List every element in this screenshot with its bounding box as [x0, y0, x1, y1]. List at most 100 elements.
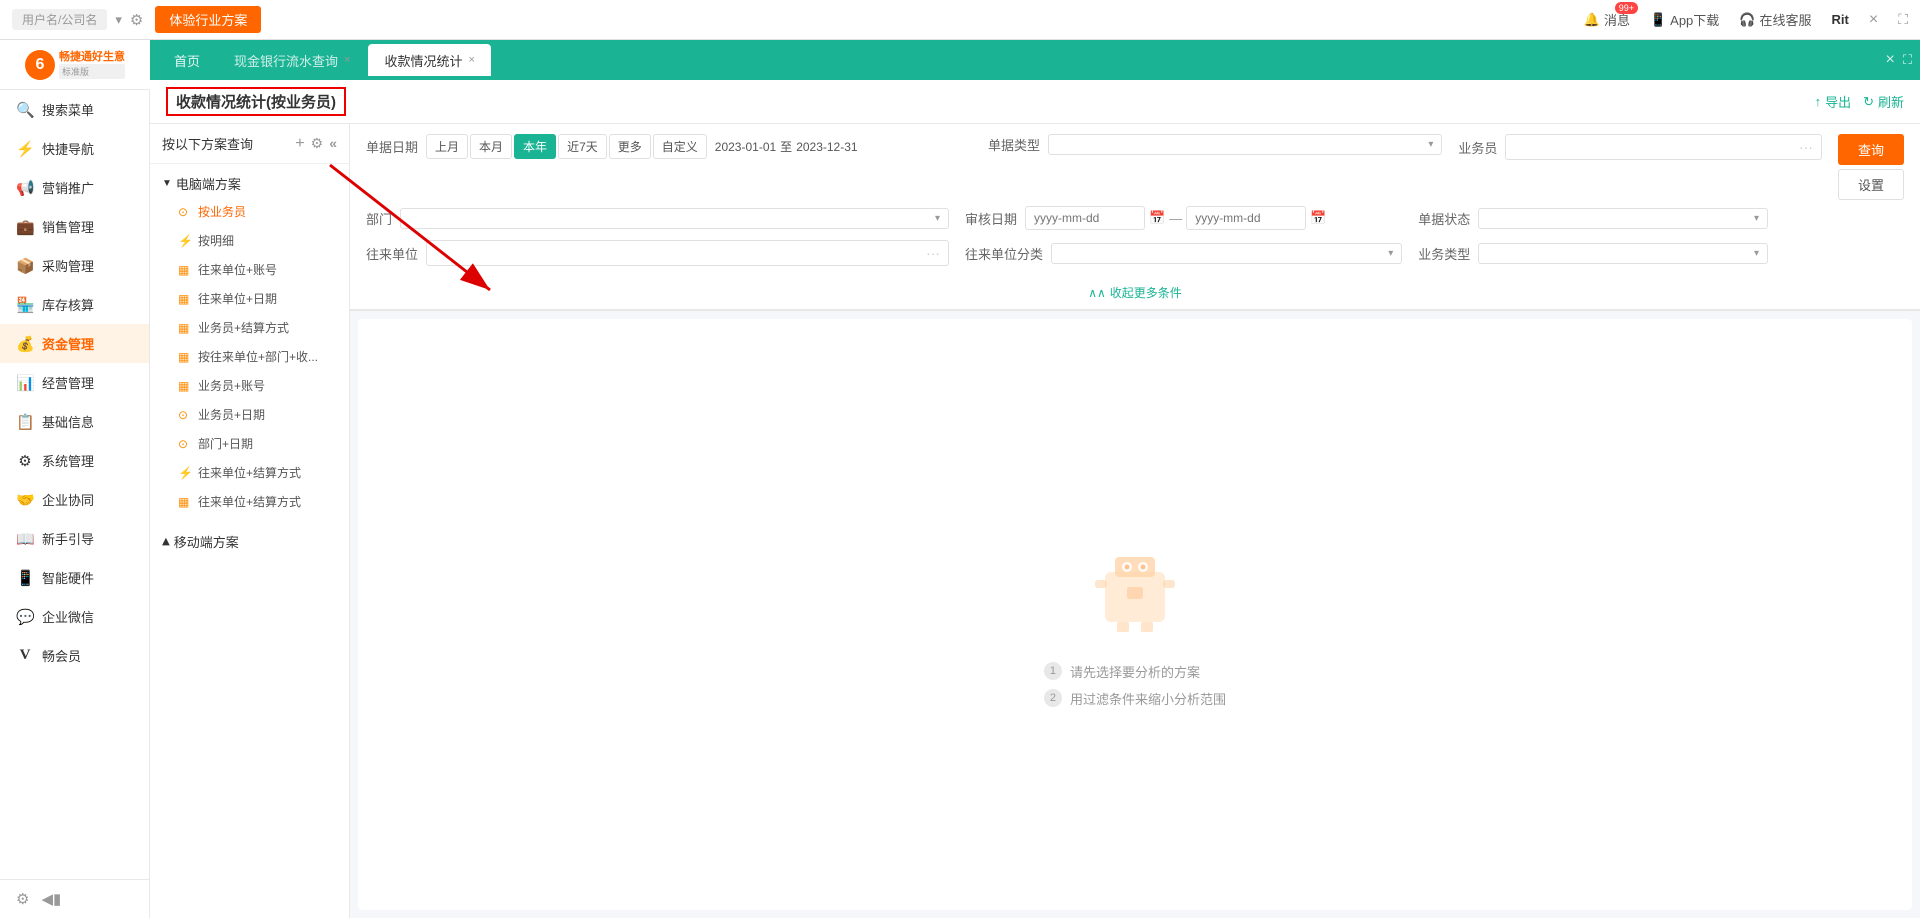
close-window-icon[interactable]: × — [1869, 11, 1878, 29]
collapse-sidebar-icon[interactable]: ◀▮ — [41, 890, 61, 908]
scheme-item-partner-dept[interactable]: ▦ 按往来单位+部门+收... — [150, 342, 349, 371]
marketing-icon: 📢 — [16, 179, 34, 197]
tab-bank-flow[interactable]: 现金银行流水查询 × — [218, 44, 366, 76]
scheme-item-partner-settlement2[interactable]: ▦ 往来单位+结算方式 — [150, 487, 349, 516]
sidebar-item-sales[interactable]: 💼 销售管理 — [0, 207, 149, 246]
scheme-item-label-sd: 业务员+日期 — [198, 406, 265, 423]
scheme-collapse-icon[interactable]: « — [329, 135, 337, 153]
tab-home[interactable]: 首页 — [158, 44, 216, 76]
date-btn-this-month[interactable]: 本月 — [470, 134, 512, 159]
sidebar-item-member[interactable]: V 畅会员 — [0, 636, 149, 675]
audit-date-from[interactable] — [1025, 206, 1145, 230]
sidebar-item-search[interactable]: 🔍 搜索菜单 — [0, 90, 149, 129]
tab-restore-icon[interactable]: ⛶ — [1903, 52, 1912, 68]
partner-more-icon[interactable]: ··· — [926, 245, 940, 261]
trial-btn[interactable]: 体验行业方案 — [155, 6, 261, 33]
audit-date-to[interactable] — [1186, 206, 1306, 230]
scheme-item-icon-pd: ▦ — [178, 292, 192, 306]
scheme-item-salesperson-date[interactable]: ⊙ 业务员+日期 — [150, 400, 349, 429]
empty-illustration — [1075, 522, 1195, 642]
audit-to-calendar-icon[interactable]: 📅 — [1310, 210, 1326, 226]
sidebar-label-purchase: 采购管理 — [42, 256, 94, 275]
dropdown-arrow-icon[interactable]: ▾ — [115, 12, 122, 28]
scheme-settings-icon[interactable]: ⚙ — [311, 135, 324, 153]
scheme-item-salesperson-settlement[interactable]: ▦ 业务员+结算方式 — [150, 313, 349, 342]
sidebar-item-operations[interactable]: 📊 经营管理 — [0, 363, 149, 402]
audit-from-calendar-icon[interactable]: 📅 — [1149, 210, 1165, 226]
partner-group: 往来单位 ··· — [366, 240, 949, 266]
notification-count: 99+ — [1615, 2, 1638, 14]
scheme-item-partner-settlement1[interactable]: ⚡ 往来单位+结算方式 — [150, 458, 349, 487]
tab-receipt-stats-close[interactable]: × — [468, 54, 474, 66]
empty-tip-2: 2 用过滤条件来缩小分析范围 — [1044, 689, 1226, 708]
query-btn[interactable]: 查询 — [1838, 134, 1904, 165]
export-label: 导出 — [1825, 92, 1851, 111]
sidebar-item-quicknav[interactable]: ⚡ 快捷导航 — [0, 129, 149, 168]
voucher-type-select[interactable]: ▾ — [1048, 134, 1442, 155]
collapse-btn[interactable]: ∧∧ 收起更多条件 — [1088, 284, 1182, 301]
dept-label: 部门 — [366, 209, 392, 228]
sidebar-item-collab[interactable]: 🤝 企业协同 — [0, 480, 149, 519]
scheme-group-mobile-title[interactable]: ▶ 移动端方案 — [150, 528, 349, 555]
export-btn[interactable]: ↑ 导出 — [1815, 92, 1852, 111]
date-btn-more[interactable]: 更多 — [609, 134, 651, 159]
sidebar-item-inventory[interactable]: 🏪 库存核算 — [0, 285, 149, 324]
scheme-item-salesperson-account[interactable]: ▦ 业务员+账号 — [150, 371, 349, 400]
filter-row-2: 部门 ▾ 审核日期 — [366, 206, 1904, 230]
date-btn-group: 上月 本月 本年 近7天 更多 自定义 — [426, 134, 707, 159]
date-btn-custom[interactable]: 自定义 — [653, 134, 707, 159]
sidebar-item-marketing[interactable]: 📢 营销推广 — [0, 168, 149, 207]
settings-bottom-icon[interactable]: ⚙ — [16, 890, 29, 908]
scheme-add-icon[interactable]: + — [295, 135, 304, 153]
refresh-btn[interactable]: ↻ 刷新 — [1863, 92, 1904, 111]
scheme-item-partner-account[interactable]: ▦ 往来单位+账号 — [150, 255, 349, 284]
system-header: 用户名/公司名 ▾ ⚙ 体验行业方案 🔔 消息 99+ 📱 App下载 🎧 在线… — [0, 0, 1920, 40]
sidebar-item-system[interactable]: ⚙ 系统管理 — [0, 441, 149, 480]
sidebar-item-hardware[interactable]: 📱 智能硬件 — [0, 558, 149, 597]
tip-text-2: 用过滤条件来缩小分析范围 — [1070, 689, 1226, 708]
sidebar-item-basic[interactable]: 📋 基础信息 — [0, 402, 149, 441]
partner-select[interactable]: ··· — [426, 240, 949, 266]
biz-type-group: 业务类型 ▾ — [1418, 243, 1768, 264]
member-icon: V — [16, 647, 34, 664]
finance-icon: 💰 — [16, 335, 34, 353]
notification-area[interactable]: 🔔 消息 99+ — [1584, 10, 1630, 29]
date-btn-this-year[interactable]: 本年 — [514, 134, 556, 159]
sidebar-item-finance[interactable]: 💰 资金管理 — [0, 324, 149, 363]
scheme-item-dept-date[interactable]: ⊙ 部门+日期 — [150, 429, 349, 458]
tab-bar: 首页 现金银行流水查询 × 收款情况统计 × × ⛶ — [150, 40, 1920, 80]
scheme-item-partner-date[interactable]: ▦ 往来单位+日期 — [150, 284, 349, 313]
sidebar-item-guide[interactable]: 📖 新手引导 — [0, 519, 149, 558]
headset-icon: 🎧 — [1739, 12, 1755, 28]
settings-btn[interactable]: 设置 — [1838, 169, 1904, 200]
app-download-area[interactable]: 📱 App下载 — [1650, 10, 1719, 29]
partner-category-select[interactable]: ▾ — [1051, 243, 1402, 264]
sidebar-label-search: 搜索菜单 — [42, 100, 94, 119]
app-download-label: App下载 — [1670, 10, 1719, 29]
sidebar-bottom: ⚙ ◀▮ — [0, 879, 149, 918]
biz-type-select[interactable]: ▾ — [1478, 243, 1768, 264]
scheme-item-label-detail: 按明细 — [198, 232, 234, 249]
tab-bank-flow-close[interactable]: × — [344, 54, 350, 66]
sidebar-item-wechat[interactable]: 💬 企业微信 — [0, 597, 149, 636]
scheme-item-by-detail[interactable]: ⚡ 按明细 — [150, 226, 349, 255]
dept-select[interactable]: ▾ — [400, 208, 949, 229]
scheme-item-by-salesperson[interactable]: ⊙ 按业务员 — [150, 197, 349, 226]
voucher-status-select[interactable]: ▾ — [1478, 208, 1768, 229]
tab-receipt-stats[interactable]: 收款情况统计 × — [368, 44, 490, 76]
tab-close-all-icon[interactable]: × — [1886, 51, 1895, 69]
purchase-icon: 📦 — [16, 257, 34, 275]
user-name[interactable]: Rit — [1832, 12, 1849, 27]
salesperson-dots[interactable]: ··· — [1799, 139, 1813, 155]
date-btn-7days[interactable]: 近7天 — [558, 134, 607, 159]
date-btn-last-month[interactable]: 上月 — [426, 134, 468, 159]
logo-icon: 6 — [25, 50, 55, 80]
logo-name: 畅捷通好生意 — [59, 50, 125, 64]
scheme-group-desktop-title[interactable]: ▼ 电脑端方案 — [150, 170, 349, 197]
salesperson-select[interactable]: ··· — [1505, 134, 1822, 160]
gear-icon[interactable]: ⚙ — [130, 11, 143, 29]
scheme-item-icon-ps2: ▦ — [178, 495, 192, 509]
online-service-area[interactable]: 🎧 在线客服 — [1739, 10, 1811, 29]
maximize-icon[interactable]: ⛶ — [1898, 11, 1908, 28]
sidebar-item-purchase[interactable]: 📦 采购管理 — [0, 246, 149, 285]
